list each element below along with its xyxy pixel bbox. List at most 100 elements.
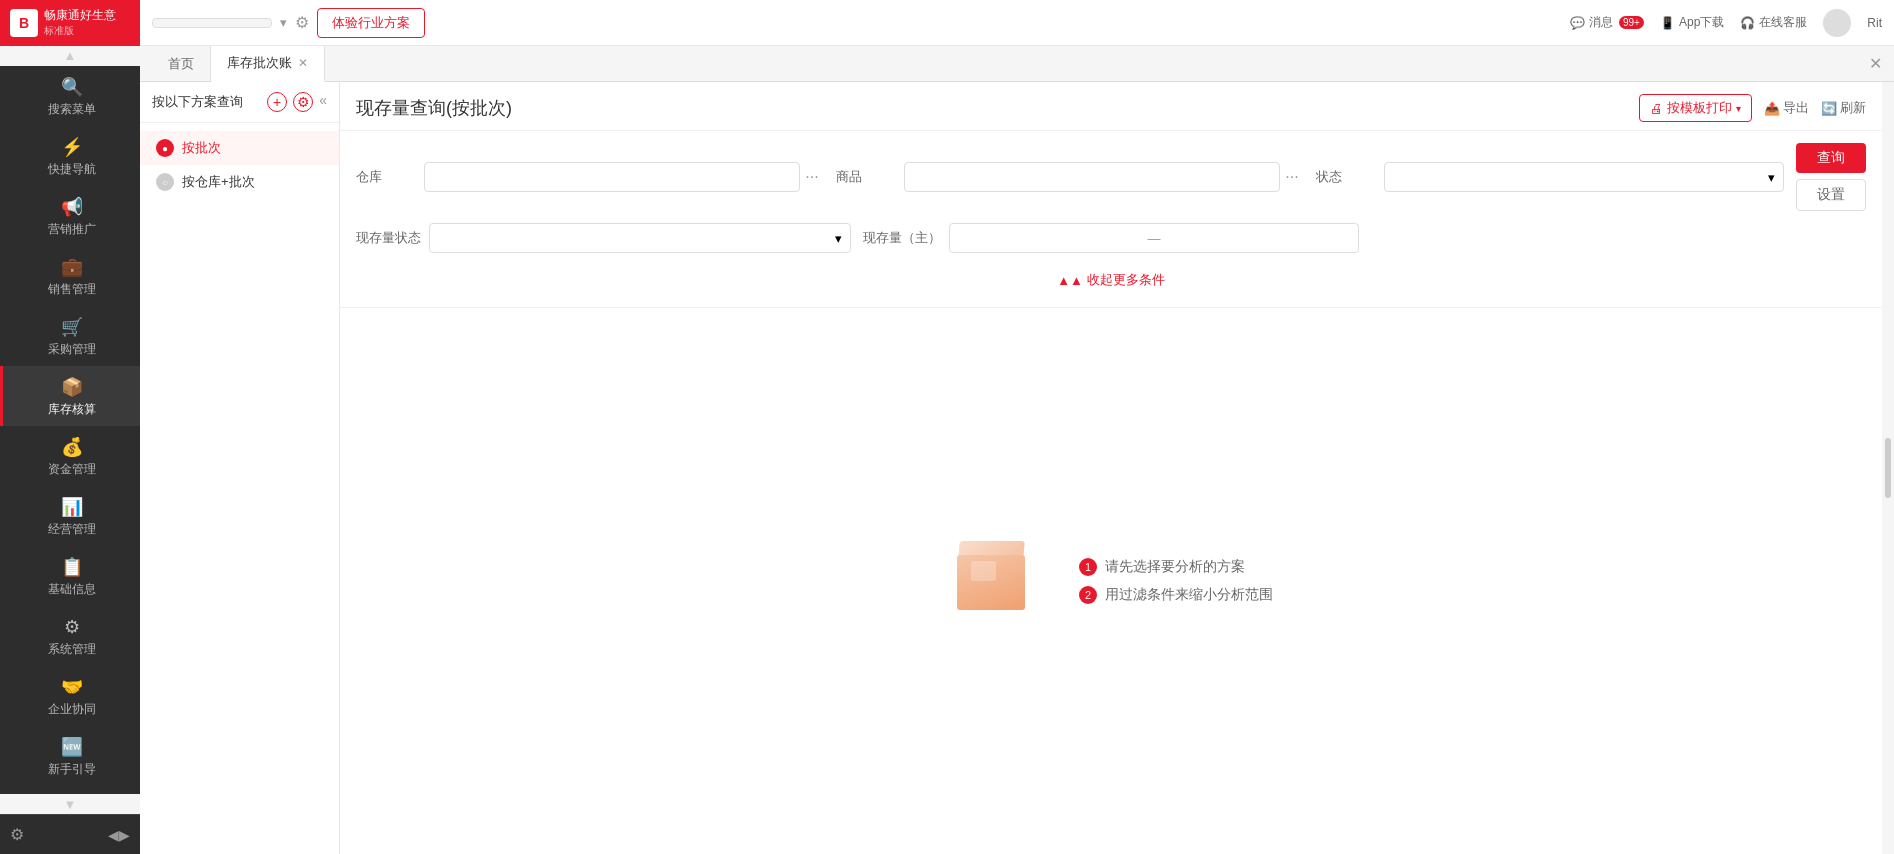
inventory-icon: 📦 — [61, 376, 83, 398]
collapse-icon: ▲▲ — [1057, 273, 1083, 288]
sidebar-item-shortcuts[interactable]: ⚡ 快捷导航 — [0, 126, 140, 186]
trial-btn[interactable]: 体验行业方案 — [317, 8, 425, 38]
warehouse-more-btn[interactable]: ··· — [800, 165, 824, 189]
breadcrumb-input[interactable] — [152, 18, 272, 28]
message-icon: 💬 — [1570, 16, 1585, 30]
sidebar-scroll-up[interactable]: ▲ — [0, 46, 140, 66]
system-icon: ⚙ — [64, 616, 80, 638]
setting-btn[interactable]: 设置 — [1796, 179, 1866, 211]
sidebar-item-label: 经营管理 — [48, 521, 96, 538]
purchase-icon: 🛒 — [61, 316, 83, 338]
filter-area: 仓库 ··· 商品 ··· 状态 ▾ — [340, 131, 1882, 308]
status-label: 状态 — [1316, 168, 1376, 186]
print-dropdown-icon[interactable]: ▾ — [1736, 103, 1741, 114]
sidebar-item-inventory[interactable]: 📦 库存核算 — [0, 366, 140, 426]
inventory-status-label: 现存量状态 — [356, 229, 421, 247]
collapse-more-btn[interactable]: ▲▲ 收起更多条件 — [356, 265, 1866, 295]
topbar: ▾ ⚙ 体验行业方案 💬 消息 99+ 📱 App下载 🎧 在线客服 Rit — [140, 0, 1894, 46]
step-1-num: 1 — [1079, 558, 1097, 576]
sidebar-item-business[interactable]: 📊 经营管理 — [0, 486, 140, 546]
collapse-panel-btn[interactable]: « — [319, 92, 327, 112]
sidebar-scroll-down[interactable]: ▼ — [0, 794, 140, 814]
page-header-actions: 🖨 按模板打印 ▾ 📤 导出 🔄 刷新 — [1639, 94, 1866, 122]
scheme-item-warehouse-batch[interactable]: ○ 按仓库+批次 — [140, 165, 339, 199]
product-label: 商品 — [836, 168, 896, 186]
sidebar-item-basic[interactable]: 📋 基础信息 — [0, 546, 140, 606]
guide-icon: 🆕 — [61, 736, 83, 758]
sidebar-item-label: 基础信息 — [48, 581, 96, 598]
scrollbar-thumb[interactable] — [1885, 438, 1891, 498]
sidebar-item-label: 搜索菜单 — [48, 101, 96, 118]
status-field: 状态 ▾ — [1316, 162, 1784, 192]
status-dropdown-icon: ▾ — [1768, 170, 1775, 185]
messages-badge: 99+ — [1619, 16, 1644, 29]
empty-illustration — [949, 531, 1049, 631]
refresh-btn[interactable]: 🔄 刷新 — [1821, 99, 1866, 117]
sidebar-item-guide[interactable]: 🆕 新手引导 — [0, 726, 140, 786]
empty-state: 1 请先选择要分析的方案 2 用过滤条件来缩小分析范围 — [340, 308, 1882, 854]
sidebar-item-collaboration[interactable]: 🤝 企业协同 — [0, 666, 140, 726]
online-service-btn[interactable]: 🎧 在线客服 — [1740, 14, 1807, 31]
sidebar-item-label: 企业协同 — [48, 701, 96, 718]
main-area: ▾ ⚙ 体验行业方案 💬 消息 99+ 📱 App下载 🎧 在线客服 Rit — [140, 0, 1894, 854]
sidebar-item-marketing[interactable]: 📢 营销推广 — [0, 186, 140, 246]
inventory-status-select[interactable]: ▾ — [429, 223, 851, 253]
inventory-qty-field: 现存量（主） — — [863, 223, 1358, 253]
filter-row-1: 仓库 ··· 商品 ··· 状态 ▾ — [356, 143, 1866, 211]
right-scrollbar[interactable] — [1882, 82, 1894, 854]
tab-inventory-batch[interactable]: 库存批次账 ✕ — [211, 46, 325, 82]
product-field: 商品 ··· — [836, 162, 1304, 192]
scheme-item-batch[interactable]: ● 按批次 — [140, 131, 339, 165]
tab-panel-close-btn[interactable]: ✕ — [1869, 54, 1894, 73]
export-icon: 📤 — [1764, 101, 1780, 116]
tab-home-label: 首页 — [168, 55, 194, 73]
inventory-qty-label: 现存量（主） — [863, 229, 941, 247]
sidebar-item-finance[interactable]: 💰 资金管理 — [0, 426, 140, 486]
tab-home[interactable]: 首页 — [152, 46, 211, 82]
topbar-gear-icon[interactable]: ⚙ — [295, 13, 309, 32]
left-panel-header: 按以下方案查询 + ⚙ « — [140, 82, 339, 123]
filter-row-2: 现存量状态 ▾ 现存量（主） — — [356, 223, 1866, 253]
export-btn[interactable]: 📤 导出 — [1764, 99, 1809, 117]
finance-icon: 💰 — [61, 436, 83, 458]
download-icon: 📱 — [1660, 16, 1675, 30]
product-input[interactable] — [904, 162, 1280, 192]
user-avatar[interactable] — [1823, 9, 1851, 37]
warehouse-input[interactable] — [424, 162, 800, 192]
sidebar-item-purchase[interactable]: 🛒 采购管理 — [0, 306, 140, 366]
sidebar-item-label: 资金管理 — [48, 461, 96, 478]
add-scheme-btn[interactable]: + — [267, 92, 287, 112]
business-icon: 📊 — [61, 496, 83, 518]
print-btn[interactable]: 🖨 按模板打印 ▾ — [1639, 94, 1752, 122]
topbar-left: ▾ ⚙ 体验行业方案 — [152, 8, 1562, 38]
app-download-btn[interactable]: 📱 App下载 — [1660, 14, 1724, 31]
search-nav-icon: 🔍 — [61, 76, 83, 98]
sidebar-item-sales[interactable]: 💼 销售管理 — [0, 246, 140, 306]
sidebar-footer: ⚙ ◀▶ — [0, 814, 140, 854]
left-panel-title: 按以下方案查询 — [152, 93, 243, 111]
inventory-qty-range[interactable]: — — [949, 223, 1358, 253]
sidebar-item-system[interactable]: ⚙ 系统管理 — [0, 606, 140, 666]
query-btn[interactable]: 查询 — [1796, 143, 1866, 173]
sidebar-item-appstore[interactable]: 📱 应用中心 — [0, 786, 140, 794]
product-more-btn[interactable]: ··· — [1280, 165, 1304, 189]
content-area: 按以下方案查询 + ⚙ « ● 按批次 ○ 按仓库+批次 — [140, 82, 1894, 854]
sidebar-item-label: 库存核算 — [48, 401, 96, 418]
sidebar-item-label: 采购管理 — [48, 341, 96, 358]
sidebar-item-search[interactable]: 🔍 搜索菜单 — [0, 66, 140, 126]
basic-info-icon: 📋 — [61, 556, 83, 578]
marketing-icon: 📢 — [61, 196, 83, 218]
refresh-icon: 🔄 — [1821, 101, 1837, 116]
messages-btn[interactable]: 💬 消息 99+ — [1570, 14, 1644, 31]
warehouse-field: 仓库 ··· — [356, 162, 824, 192]
sidebar-collapse-btn[interactable]: ◀▶ — [108, 827, 130, 843]
username-label: Rit — [1867, 16, 1882, 30]
inv-status-dropdown-icon: ▾ — [835, 231, 842, 246]
print-icon: 🖨 — [1650, 101, 1663, 116]
breadcrumb-dropdown-icon[interactable]: ▾ — [280, 15, 287, 30]
tab-close-icon[interactable]: ✕ — [298, 56, 308, 70]
status-select[interactable]: ▾ — [1384, 162, 1784, 192]
scheme-setting-btn[interactable]: ⚙ — [293, 92, 313, 112]
sidebar-settings-icon[interactable]: ⚙ — [10, 825, 24, 844]
step-2-num: 2 — [1079, 586, 1097, 604]
